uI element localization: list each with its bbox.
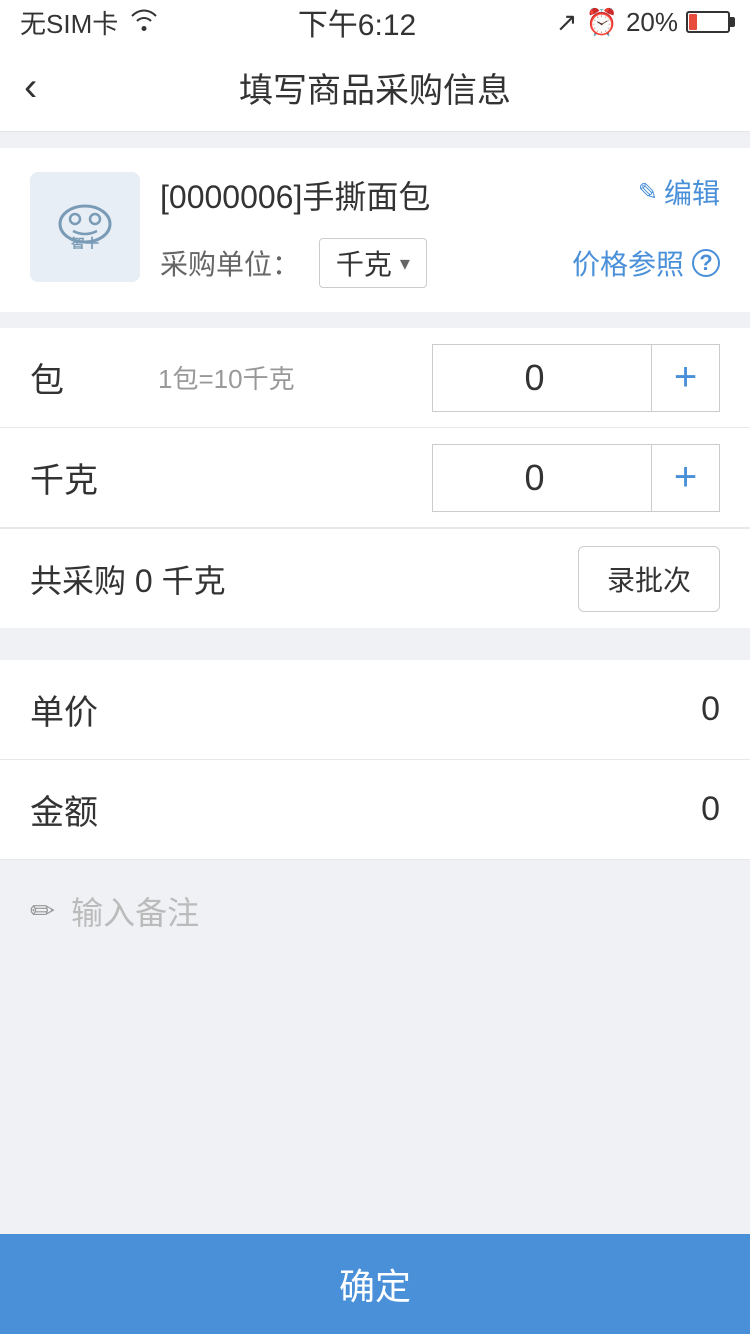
price-info-section: 单价 0 金额 0 xyxy=(0,660,750,860)
kg-input[interactable] xyxy=(432,444,652,512)
status-right: ↗ ⏰ 20% xyxy=(556,7,730,38)
product-thumbnail: 智十 xyxy=(30,172,140,282)
product-name: [0000006]手撕面包 xyxy=(160,172,618,218)
confirm-button[interactable]: 确定 xyxy=(0,1234,750,1334)
status-time: 下午6:12 xyxy=(298,0,416,44)
remark-placeholder: 输入备注 xyxy=(71,888,199,934)
bag-input-row: 包 1包=10千克 + xyxy=(0,328,750,428)
total-text: 共采购 0 千克 xyxy=(30,556,578,602)
nav-bar: ‹ 填写商品采购信息 xyxy=(0,44,750,132)
unit-price-row: 单价 0 xyxy=(0,660,750,760)
chevron-down-icon: ▾ xyxy=(400,251,410,276)
battery-percent: 20% xyxy=(626,7,678,38)
remark-section[interactable]: ✏ 输入备注 xyxy=(0,860,750,962)
kg-input-right: + xyxy=(432,444,720,512)
back-button[interactable]: ‹ xyxy=(24,65,37,110)
unit-row: 采购单位： 千克 ▾ 价格参照 ? xyxy=(160,238,720,288)
alarm-icon: ⏰ xyxy=(586,7,618,38)
pencil-icon: ✏ xyxy=(30,894,55,929)
network-label: 无SIM卡 xyxy=(20,4,118,41)
edit-link[interactable]: ✎ 编辑 xyxy=(638,172,720,212)
bag-sublabel: 1包=10千克 xyxy=(158,359,432,396)
unit-price-value: 0 xyxy=(701,690,720,729)
product-info: [0000006]手撕面包 ✎ 编辑 采购单位： 千克 ▾ 价格参照 ? xyxy=(160,172,720,288)
page-title: 填写商品采购信息 xyxy=(239,63,511,112)
kg-label: 千克 xyxy=(30,453,150,502)
unit-select[interactable]: 千克 ▾ xyxy=(319,238,427,288)
amount-row: 金额 0 xyxy=(0,760,750,860)
bag-input-right: + xyxy=(432,344,720,412)
content-below xyxy=(0,962,750,1262)
section-divider-1 xyxy=(0,312,750,328)
kg-input-row: 千克 + xyxy=(0,428,750,528)
amount-value: 0 xyxy=(701,790,720,829)
section-divider-2 xyxy=(0,628,750,644)
wifi-icon xyxy=(130,7,158,38)
status-bar: 无SIM卡 下午6:12 ↗ ⏰ 20% xyxy=(0,0,750,44)
bag-label: 包 xyxy=(30,353,150,402)
product-top-row: [0000006]手撕面包 ✎ 编辑 xyxy=(160,172,720,218)
help-icon: ? xyxy=(692,249,720,277)
bag-input[interactable] xyxy=(432,344,652,412)
bag-plus-button[interactable]: + xyxy=(652,344,720,412)
status-left: 无SIM卡 xyxy=(20,4,158,41)
amount-label: 金额 xyxy=(30,785,701,834)
unit-label: 采购单位： xyxy=(160,249,300,280)
product-card: 智十 [0000006]手撕面包 ✎ 编辑 采购单位： 千克 ▾ 价格参照 xyxy=(0,148,750,312)
batch-button[interactable]: 录批次 xyxy=(578,546,720,612)
kg-plus-button[interactable]: + xyxy=(652,444,720,512)
location-icon: ↗ xyxy=(556,7,578,38)
total-row: 共采购 0 千克 录批次 xyxy=(0,528,750,628)
svg-text:智十: 智十 xyxy=(70,236,99,249)
input-section: 包 1包=10千克 + 千克 + 共采购 0 千克 录批次 xyxy=(0,328,750,628)
unit-info: 采购单位： 千克 ▾ xyxy=(160,238,427,288)
battery-icon xyxy=(686,11,730,33)
price-ref-link[interactable]: 价格参照 ? xyxy=(572,243,720,283)
product-thumb-logo: 智十 xyxy=(55,199,115,256)
edit-icon: ✎ xyxy=(638,178,658,207)
unit-price-label: 单价 xyxy=(30,685,701,734)
